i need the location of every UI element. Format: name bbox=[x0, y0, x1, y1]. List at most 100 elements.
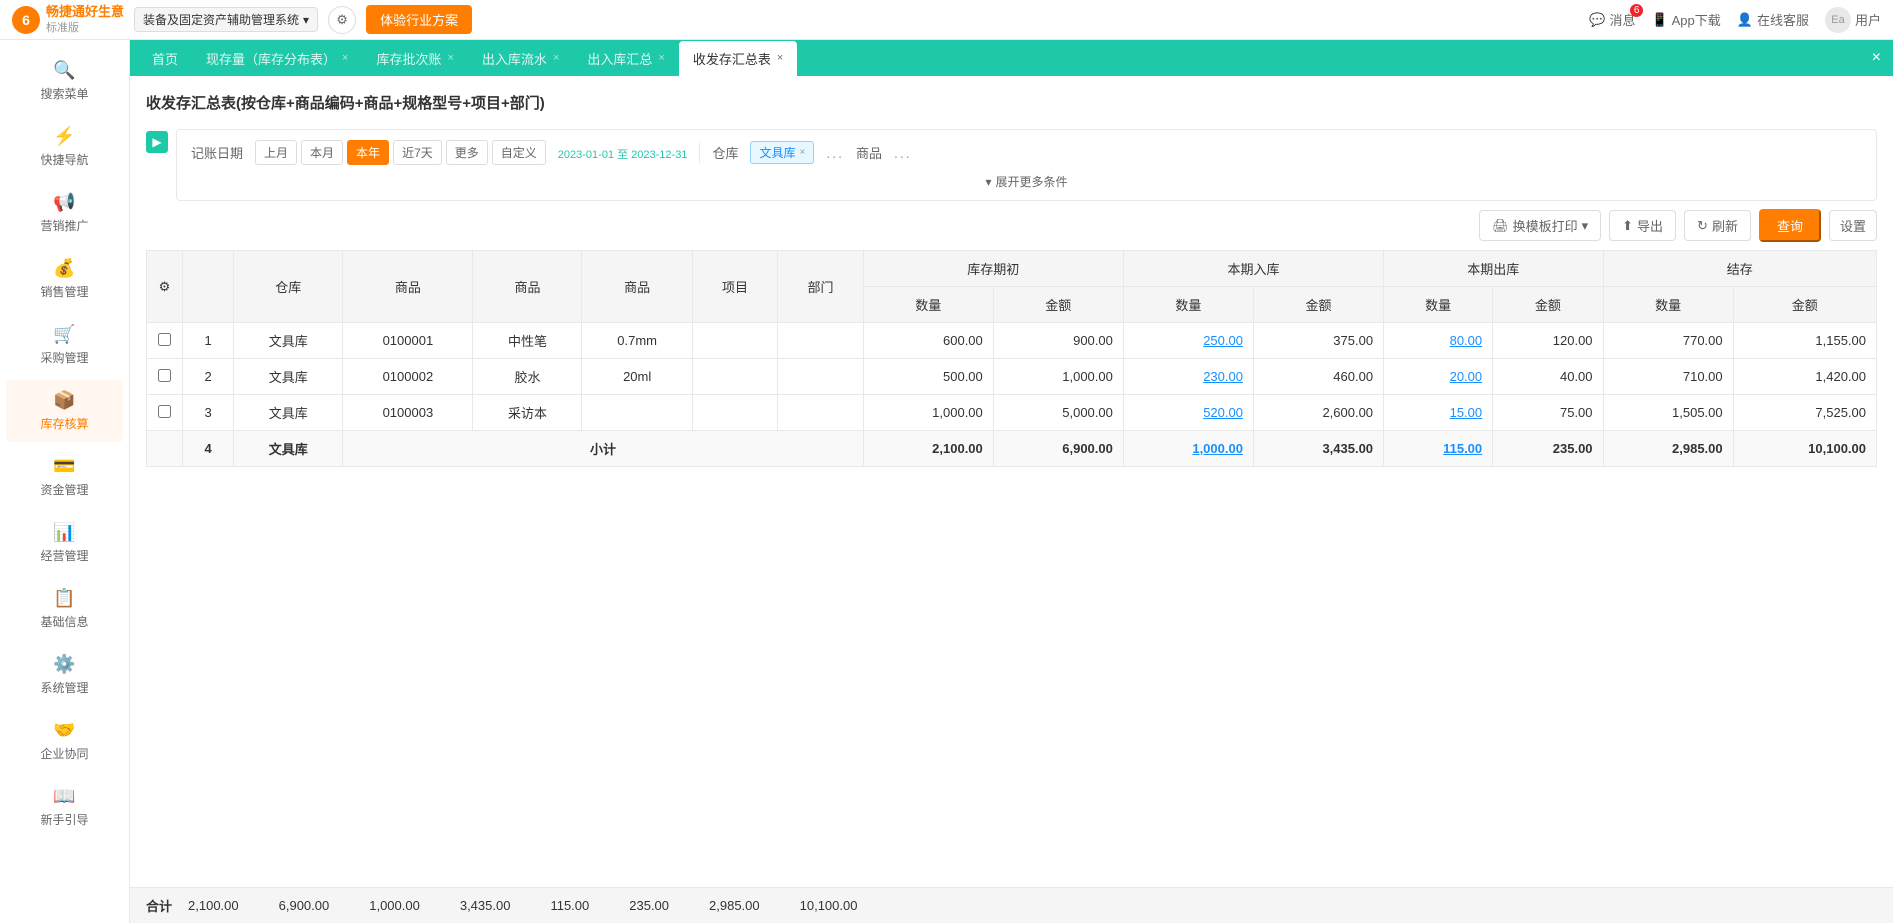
sidebar-item-finance[interactable]: 💳 资金管理 bbox=[6, 446, 123, 508]
refresh-button[interactable]: ↻ 刷新 bbox=[1684, 210, 1751, 241]
subtotal-in-amt: 3,435.00 bbox=[1253, 431, 1383, 467]
print-template-button[interactable]: 🖨 换模板打印 ▾ bbox=[1479, 210, 1601, 241]
tab-home[interactable]: 首页 bbox=[138, 41, 192, 76]
sidebar-item-inventory[interactable]: 📦 库存核算 bbox=[6, 380, 123, 442]
column-settings-button[interactable]: 设置 bbox=[1829, 210, 1877, 241]
row1-in-qty[interactable]: 250.00 bbox=[1123, 323, 1253, 359]
date-btn-more[interactable]: 更多 bbox=[446, 140, 488, 165]
row2-checkbox[interactable] bbox=[158, 369, 171, 382]
th-goods-code: 商品 bbox=[343, 251, 473, 323]
expand-more-label: 展开更多条件 bbox=[996, 173, 1068, 190]
row2-in-qty[interactable]: 230.00 bbox=[1123, 359, 1253, 395]
warehouse-tag[interactable]: 文具库 × bbox=[750, 141, 814, 164]
experience-button[interactable]: 体验行业方案 bbox=[366, 5, 472, 34]
tab-batch-close[interactable]: × bbox=[447, 52, 453, 64]
sidebar-item-system[interactable]: ⚙️ 系统管理 bbox=[6, 644, 123, 706]
date-btn-this-month[interactable]: 本月 bbox=[301, 140, 343, 165]
tab-recv-send-close[interactable]: × bbox=[777, 52, 783, 64]
user-abbr: Ea bbox=[1831, 14, 1844, 26]
table-settings-col[interactable]: ⚙ bbox=[147, 251, 183, 323]
row1-checkbox[interactable] bbox=[158, 333, 171, 346]
user-item[interactable]: Ea 用户 bbox=[1825, 7, 1881, 33]
sidebar-item-guide[interactable]: 📖 新手引导 bbox=[6, 776, 123, 838]
sidebar: 🔍 搜索菜单 ⚡ 快捷导航 📢 营销推广 💰 销售管理 🛒 采购管理 📦 库存核… bbox=[0, 40, 130, 923]
export-button[interactable]: ⬆ 导出 bbox=[1609, 210, 1676, 241]
row3-open-amt: 5,000.00 bbox=[993, 395, 1123, 431]
tab-stock-dist-close[interactable]: × bbox=[342, 52, 348, 64]
row3-checkbox[interactable] bbox=[158, 405, 171, 418]
row1-out-qty[interactable]: 80.00 bbox=[1384, 323, 1493, 359]
tab-bar-close[interactable]: × bbox=[1868, 45, 1885, 71]
th-closing: 结存 bbox=[1603, 251, 1876, 287]
message-item[interactable]: 💬 消息 6 bbox=[1589, 10, 1635, 29]
warehouse-tag-close[interactable]: × bbox=[799, 147, 805, 158]
sidebar-item-marketing[interactable]: 📢 营销推广 bbox=[6, 182, 123, 244]
sidebar-item-cooperation[interactable]: 🤝 企业协同 bbox=[6, 710, 123, 772]
query-button[interactable]: 查询 bbox=[1759, 209, 1821, 242]
table-row: 2 文具库 0100002 胶水 20ml 500.00 1,000.00 23… bbox=[147, 359, 1877, 395]
finance-icon: 💳 bbox=[53, 456, 75, 477]
filter-collapse-button[interactable]: ▶ bbox=[146, 131, 168, 153]
expand-more-button[interactable]: ▾ 展开更多条件 bbox=[985, 173, 1067, 190]
subtotal-label: 小计 bbox=[343, 431, 863, 467]
row2-project bbox=[692, 359, 777, 395]
online-service-item[interactable]: 👤 在线客服 bbox=[1737, 10, 1809, 29]
row2-out-qty[interactable]: 20.00 bbox=[1384, 359, 1493, 395]
subtotal-out-qty[interactable]: 115.00 bbox=[1384, 431, 1493, 467]
date-btn-7days[interactable]: 近7天 bbox=[393, 140, 442, 165]
tab-batch[interactable]: 库存批次账 × bbox=[362, 41, 467, 76]
date-btn-this-year[interactable]: 本年 bbox=[347, 140, 389, 165]
row2-select[interactable] bbox=[147, 359, 183, 395]
app-download-item[interactable]: 📱 App下载 bbox=[1651, 10, 1720, 29]
date-label: 记账日期 bbox=[191, 143, 243, 162]
footer-in-qty: 1,000.00 bbox=[369, 898, 420, 913]
message-icon: 💬 bbox=[1589, 12, 1605, 28]
warehouse-more-dots[interactable]: ... bbox=[826, 145, 844, 161]
row3-out-qty[interactable]: 15.00 bbox=[1384, 395, 1493, 431]
system-select[interactable]: 装备及固定资产辅助管理系统 ▾ bbox=[134, 7, 318, 32]
footer-bar: 合计 2,100.00 6,900.00 1,000.00 3,435.00 1… bbox=[130, 887, 1893, 923]
th-opening: 库存期初 bbox=[863, 251, 1123, 287]
settings-button[interactable]: ⚙ bbox=[328, 6, 356, 34]
service-icon: 👤 bbox=[1737, 12, 1753, 28]
subtotal-in-qty[interactable]: 1,000.00 bbox=[1123, 431, 1253, 467]
logo-icon: 6 bbox=[12, 6, 40, 34]
refresh-icon: ↻ bbox=[1697, 218, 1708, 234]
row1-open-amt: 900.00 bbox=[993, 323, 1123, 359]
sidebar-item-purchase[interactable]: 🛒 采购管理 bbox=[6, 314, 123, 376]
row2-open-qty: 500.00 bbox=[863, 359, 993, 395]
tab-flow[interactable]: 出入库流水 × bbox=[468, 41, 573, 76]
export-icon: ⬆ bbox=[1622, 218, 1633, 234]
table-header-row-1: ⚙ 仓库 商品 商品 商品 项目 部门 库存期初 本期入库 本期出库 结存 bbox=[147, 251, 1877, 287]
sidebar-label-basic: 基础信息 bbox=[40, 613, 88, 630]
goods-label: 商品 bbox=[856, 143, 882, 162]
row3-select[interactable] bbox=[147, 395, 183, 431]
tab-flow-close[interactable]: × bbox=[553, 52, 559, 64]
th-project: 项目 bbox=[692, 251, 777, 323]
row3-in-qty[interactable]: 520.00 bbox=[1123, 395, 1253, 431]
table-row: 3 文具库 0100003 采访本 1,000.00 5,000.00 520.… bbox=[147, 395, 1877, 431]
sidebar-item-sales[interactable]: 💰 销售管理 bbox=[6, 248, 123, 310]
row3-goods-spec bbox=[582, 395, 692, 431]
top-header: 6 畅捷通好生意 标准版 装备及固定资产辅助管理系统 ▾ ⚙ 体验行业方案 💬 … bbox=[0, 0, 1893, 40]
goods-more-dots[interactable]: ... bbox=[894, 145, 912, 161]
tab-summary[interactable]: 出入库汇总 × bbox=[573, 41, 678, 76]
date-btn-custom[interactable]: 自定义 bbox=[492, 140, 546, 165]
date-buttons: 上月 本月 本年 近7天 更多 自定义 bbox=[255, 140, 546, 165]
logo-area: 6 畅捷通好生意 标准版 bbox=[12, 4, 124, 36]
data-table: ⚙ 仓库 商品 商品 商品 项目 部门 库存期初 本期入库 本期出库 结存 bbox=[146, 250, 1877, 467]
row1-select[interactable] bbox=[147, 323, 183, 359]
tab-recv-send[interactable]: 收发存汇总表 × bbox=[679, 41, 797, 76]
row3-out-amt: 75.00 bbox=[1493, 395, 1603, 431]
total-label: 合计 bbox=[146, 896, 172, 915]
date-btn-last-month[interactable]: 上月 bbox=[255, 140, 297, 165]
tab-stock-dist[interactable]: 现存量（库存分布表） × bbox=[192, 41, 362, 76]
tab-summary-close[interactable]: × bbox=[658, 52, 664, 64]
logo-sub: 标准版 bbox=[46, 19, 124, 35]
sidebar-item-basic[interactable]: 📋 基础信息 bbox=[6, 578, 123, 640]
sidebar-item-operations[interactable]: 📊 经营管理 bbox=[6, 512, 123, 574]
sidebar-item-search[interactable]: 🔍 搜索菜单 bbox=[6, 50, 123, 112]
row1-no: 1 bbox=[183, 323, 234, 359]
sidebar-item-quick-nav[interactable]: ⚡ 快捷导航 bbox=[6, 116, 123, 178]
th-out-qty: 数量 bbox=[1384, 287, 1493, 323]
